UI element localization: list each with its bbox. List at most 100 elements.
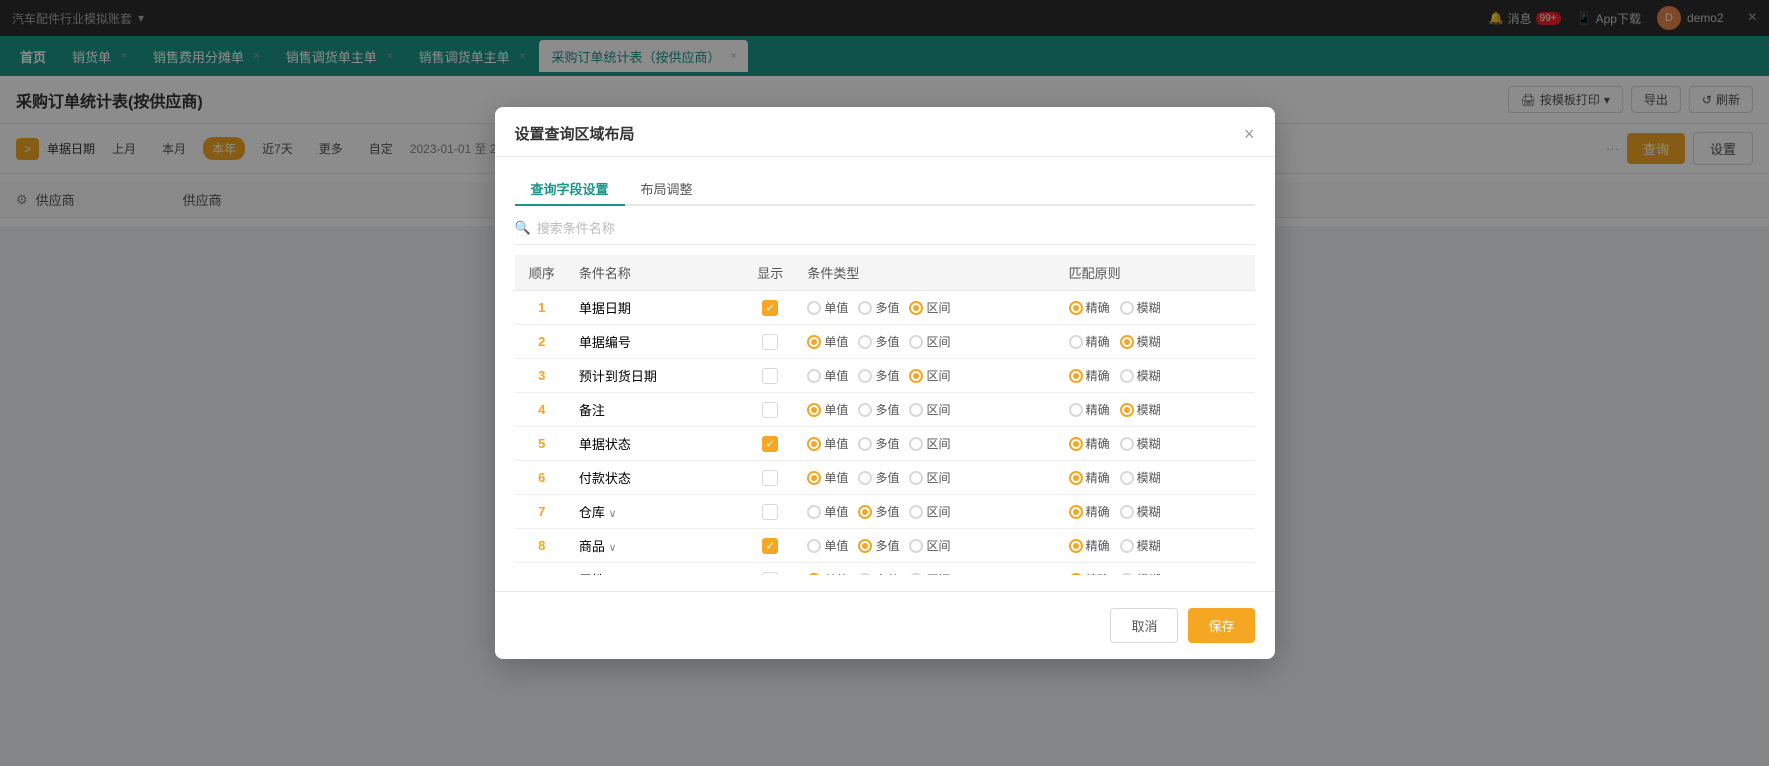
match-radio[interactable]	[1069, 471, 1083, 485]
type-radio[interactable]	[909, 573, 923, 576]
match-radio-item[interactable]: 精确	[1069, 401, 1110, 418]
type-radio[interactable]	[807, 437, 821, 451]
type-radio[interactable]	[807, 369, 821, 383]
match-radio[interactable]	[1069, 403, 1083, 417]
match-radio-item[interactable]: 模糊	[1120, 503, 1161, 520]
match-radio[interactable]	[1120, 471, 1134, 485]
match-radio[interactable]	[1069, 539, 1083, 553]
display-checkbox[interactable]	[762, 334, 778, 350]
type-radio[interactable]	[858, 335, 872, 349]
type-radio[interactable]	[807, 471, 821, 485]
row-display-toggle[interactable]	[743, 393, 797, 427]
type-radio-item[interactable]: 区间	[909, 367, 950, 384]
match-radio[interactable]	[1069, 335, 1083, 349]
type-radio-item[interactable]: 多值	[858, 401, 899, 418]
match-radio[interactable]	[1120, 539, 1134, 553]
display-checkbox[interactable]	[762, 402, 778, 418]
match-radio[interactable]	[1069, 573, 1083, 576]
match-radio-item[interactable]: 精确	[1069, 469, 1110, 486]
type-radio[interactable]	[858, 369, 872, 383]
type-radio[interactable]	[858, 301, 872, 315]
type-radio[interactable]	[858, 539, 872, 553]
cancel-button[interactable]: 取消	[1110, 608, 1178, 643]
type-radio-item[interactable]: 单值	[807, 571, 848, 575]
type-radio-item[interactable]: 单值	[807, 333, 848, 350]
type-radio-item[interactable]: 区间	[909, 571, 950, 575]
type-radio[interactable]	[909, 335, 923, 349]
match-radio-item[interactable]: 模糊	[1120, 367, 1161, 384]
type-radio-item[interactable]: 单值	[807, 367, 848, 384]
row-display-toggle[interactable]	[743, 563, 797, 576]
type-radio[interactable]	[807, 505, 821, 519]
type-radio[interactable]	[909, 301, 923, 315]
tab-layout-adjust[interactable]: 布局调整	[625, 173, 709, 206]
match-radio-item[interactable]: 模糊	[1120, 469, 1161, 486]
row-display-toggle[interactable]	[743, 325, 797, 359]
type-radio-item[interactable]: 单值	[807, 469, 848, 486]
type-radio[interactable]	[909, 369, 923, 383]
match-radio[interactable]	[1120, 335, 1134, 349]
type-radio-item[interactable]: 多值	[858, 333, 899, 350]
match-radio[interactable]	[1069, 505, 1083, 519]
match-radio[interactable]	[1120, 403, 1134, 417]
type-radio[interactable]	[858, 437, 872, 451]
type-radio[interactable]	[858, 505, 872, 519]
match-radio-item[interactable]: 精确	[1069, 333, 1110, 350]
type-radio-item[interactable]: 单值	[807, 299, 848, 316]
type-radio-item[interactable]: 区间	[909, 503, 950, 520]
match-radio-item[interactable]: 模糊	[1120, 299, 1161, 316]
type-radio[interactable]	[858, 471, 872, 485]
type-radio-item[interactable]: 区间	[909, 469, 950, 486]
type-radio[interactable]	[807, 301, 821, 315]
tab-query-fields[interactable]: 查询字段设置	[515, 173, 625, 206]
type-radio-item[interactable]: 区间	[909, 401, 950, 418]
match-radio[interactable]	[1120, 437, 1134, 451]
row-display-toggle[interactable]	[743, 359, 797, 393]
match-radio-item[interactable]: 精确	[1069, 503, 1110, 520]
type-radio[interactable]	[858, 573, 872, 576]
type-radio[interactable]	[909, 539, 923, 553]
type-radio-item[interactable]: 区间	[909, 333, 950, 350]
save-button[interactable]: 保存	[1188, 608, 1254, 643]
type-radio-item[interactable]: 区间	[909, 299, 950, 316]
row-display-toggle[interactable]	[743, 495, 797, 529]
type-radio[interactable]	[909, 403, 923, 417]
type-radio-item[interactable]: 区间	[909, 537, 950, 554]
match-radio-item[interactable]: 精确	[1069, 367, 1110, 384]
match-radio[interactable]	[1120, 369, 1134, 383]
type-radio-item[interactable]: 多值	[858, 299, 899, 316]
match-radio-item[interactable]: 精确	[1069, 571, 1110, 575]
display-checkbox[interactable]	[762, 436, 778, 452]
display-checkbox[interactable]	[762, 572, 778, 575]
type-radio[interactable]	[807, 573, 821, 576]
modal-close-button[interactable]: ×	[1244, 125, 1255, 143]
type-radio-item[interactable]: 多值	[858, 503, 899, 520]
type-radio[interactable]	[807, 403, 821, 417]
match-radio-item[interactable]: 模糊	[1120, 435, 1161, 452]
display-checkbox[interactable]	[762, 300, 778, 316]
row-display-toggle[interactable]	[743, 461, 797, 495]
match-radio[interactable]	[1120, 301, 1134, 315]
display-checkbox[interactable]	[762, 504, 778, 520]
match-radio-item[interactable]: 模糊	[1120, 571, 1161, 575]
match-radio-item[interactable]: 模糊	[1120, 537, 1161, 554]
search-input[interactable]	[537, 221, 1255, 236]
match-radio-item[interactable]: 模糊	[1120, 333, 1161, 350]
type-radio-item[interactable]: 单值	[807, 401, 848, 418]
type-radio-item[interactable]: 多值	[858, 367, 899, 384]
expand-icon[interactable]: ∨	[609, 542, 617, 554]
row-display-toggle[interactable]	[743, 291, 797, 325]
type-radio[interactable]	[909, 471, 923, 485]
display-checkbox[interactable]	[762, 368, 778, 384]
type-radio[interactable]	[807, 539, 821, 553]
type-radio-item[interactable]: 单值	[807, 537, 848, 554]
match-radio[interactable]	[1069, 301, 1083, 315]
display-checkbox[interactable]	[762, 470, 778, 486]
type-radio-item[interactable]: 单值	[807, 503, 848, 520]
expand-icon[interactable]: ∨	[609, 508, 617, 520]
type-radio[interactable]	[909, 505, 923, 519]
match-radio-item[interactable]: 精确	[1069, 537, 1110, 554]
row-display-toggle[interactable]	[743, 529, 797, 563]
type-radio-item[interactable]: 区间	[909, 435, 950, 452]
match-radio-item[interactable]: 精确	[1069, 435, 1110, 452]
